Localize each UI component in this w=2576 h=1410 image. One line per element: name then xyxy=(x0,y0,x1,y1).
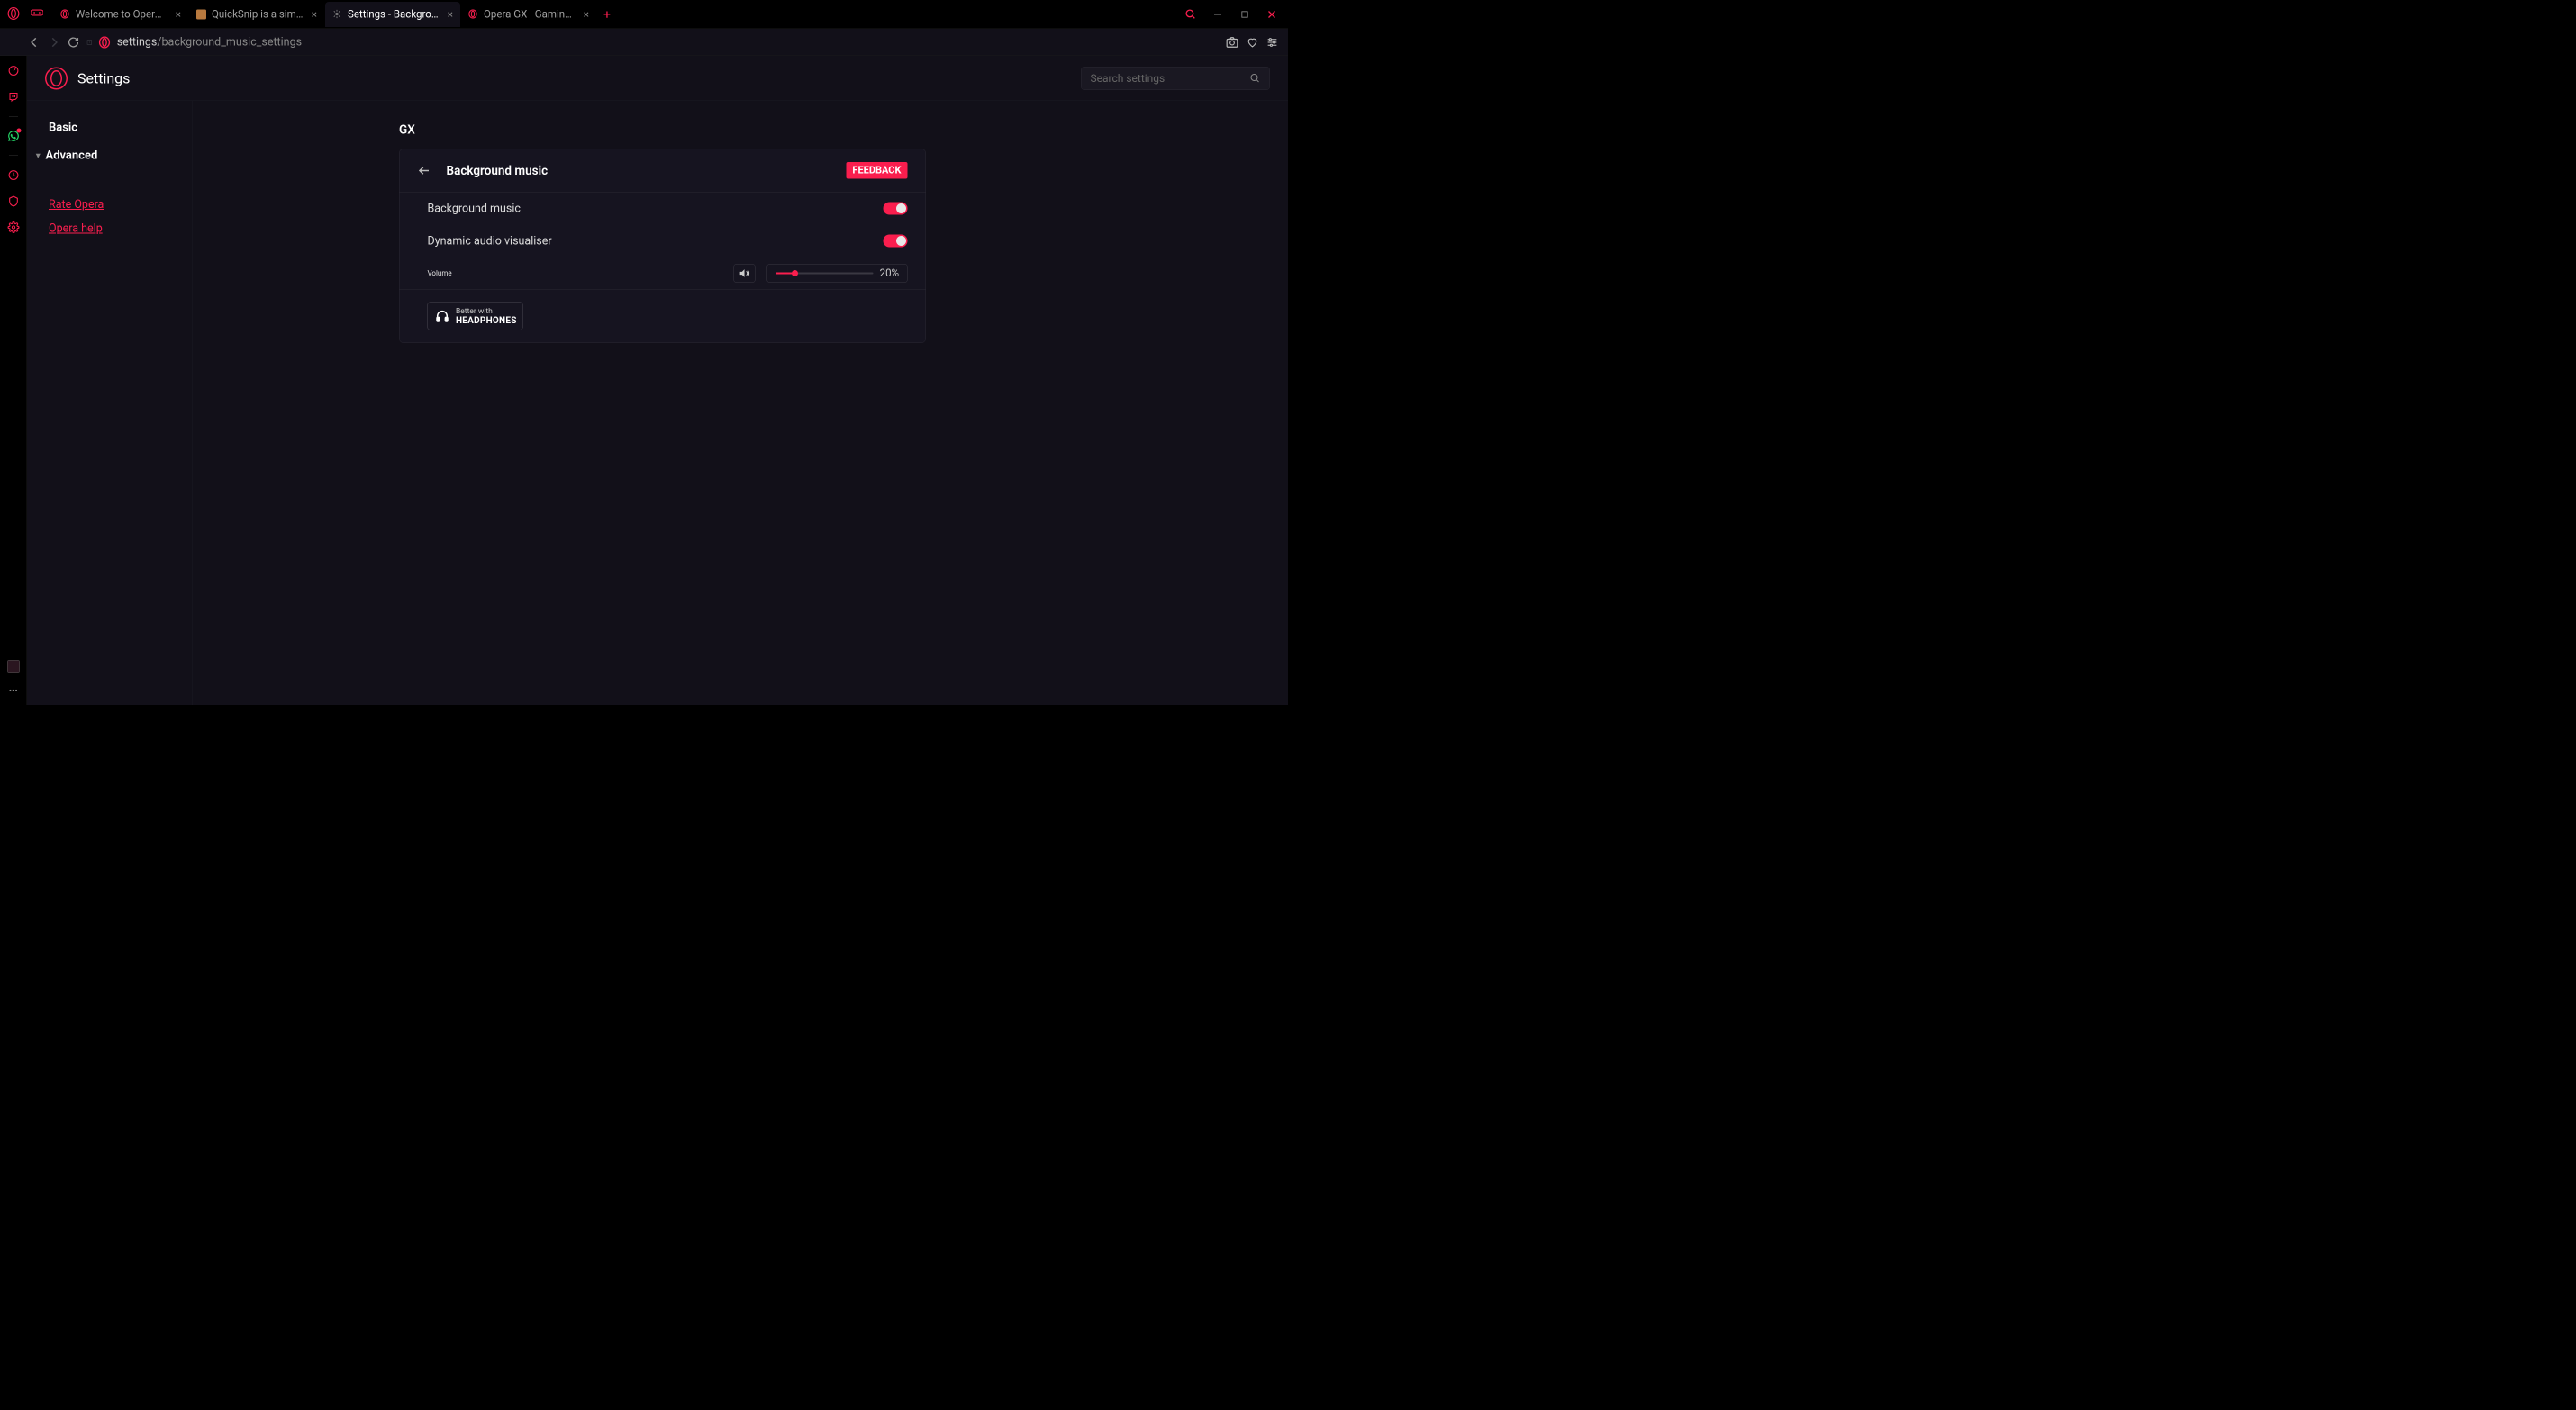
opera-icon xyxy=(60,9,70,19)
label: Volume xyxy=(428,269,452,278)
address-bar: ⊡ settings/background_music_settings xyxy=(0,29,1288,56)
history-icon[interactable] xyxy=(6,168,20,182)
volume-percent: 20% xyxy=(880,267,899,280)
tab-title: Opera GX | Gaming Browse xyxy=(484,8,576,21)
maximize-button[interactable] xyxy=(1238,7,1252,22)
minimize-button[interactable] xyxy=(1211,7,1225,22)
opera-logo xyxy=(45,67,68,89)
search-input[interactable] xyxy=(1091,72,1250,85)
search-settings-field[interactable] xyxy=(1081,67,1270,90)
nav-opera-help[interactable]: Opera help xyxy=(49,222,171,236)
tab-gaming-browser[interactable]: Opera GX | Gaming Browse × xyxy=(461,2,596,27)
headphones-big: HEADPHONES xyxy=(456,315,517,325)
slider-thumb[interactable] xyxy=(792,270,798,276)
tab-title: Welcome to Opera GX! xyxy=(76,8,168,21)
speed-dial-icon[interactable] xyxy=(6,64,20,77)
toggle-background-music[interactable] xyxy=(884,203,908,215)
section-heading: GX xyxy=(399,122,1288,137)
close-icon[interactable]: × xyxy=(448,8,453,21)
tab-quicksnip[interactable]: QuickSnip is a simple scree × xyxy=(189,2,324,27)
row-volume: Volume 20% xyxy=(400,258,926,290)
home-button[interactable]: ⊡ xyxy=(86,38,93,47)
site-identity-icon[interactable] xyxy=(99,36,111,48)
headphones-badge: Better with HEADPHONES xyxy=(428,303,523,330)
headphones-icon xyxy=(435,309,449,323)
sidebar-more-icon[interactable]: ••• xyxy=(9,685,18,696)
caret-down-icon: ▾ xyxy=(36,150,41,160)
panel-back-button[interactable] xyxy=(418,164,431,177)
new-tab-button[interactable]: + xyxy=(603,7,611,23)
nav-basic[interactable]: Basic xyxy=(49,121,171,134)
quicksnip-icon xyxy=(196,9,206,19)
search-icon xyxy=(1250,73,1261,84)
opera-menu-icon[interactable] xyxy=(7,7,22,22)
tab-title: QuickSnip is a simple scree xyxy=(212,8,304,21)
label: Background music xyxy=(428,202,521,215)
settings-header: Settings xyxy=(27,56,1288,101)
titlebar: Welcome to Opera GX! × QuickSnip is a si… xyxy=(0,0,1288,29)
extensions-icon[interactable] xyxy=(6,194,20,208)
sidebar-separator xyxy=(9,116,18,117)
url-text[interactable]: settings/background_music_settings xyxy=(117,36,302,50)
label: Dynamic audio visualiser xyxy=(428,234,552,248)
tab-welcome[interactable]: Welcome to Opera GX! × xyxy=(53,2,188,27)
background-music-panel: Background music FEEDBACK Background mus… xyxy=(399,149,926,343)
back-button[interactable] xyxy=(28,36,41,49)
tab-title: Settings - Background mus xyxy=(348,8,440,21)
tab-strip: Welcome to Opera GX! × QuickSnip is a si… xyxy=(53,2,611,27)
tab-settings[interactable]: Settings - Background mus × xyxy=(325,2,460,27)
heart-icon[interactable] xyxy=(1247,36,1258,48)
left-sidebar: ••• xyxy=(0,56,27,705)
row-background-music: Background music xyxy=(400,193,926,225)
settings-icon[interactable] xyxy=(6,221,20,234)
settings-content: GX Background music FEEDBACK Background … xyxy=(193,101,1288,705)
whatsapp-icon[interactable] xyxy=(6,130,20,143)
sidebar-separator xyxy=(9,156,18,157)
close-icon[interactable]: × xyxy=(176,8,181,21)
search-tabs-icon[interactable] xyxy=(1184,7,1198,22)
gx-controller-icon[interactable] xyxy=(31,7,45,22)
volume-slider[interactable]: 20% xyxy=(767,264,908,283)
settings-sidebar: Basic ▾ Advanced Rate Opera Opera help xyxy=(27,101,193,705)
nav-rate-opera[interactable]: Rate Opera xyxy=(49,198,171,212)
reload-button[interactable] xyxy=(68,36,79,48)
panel-title: Background music xyxy=(447,163,549,177)
feedback-button[interactable]: FEEDBACK xyxy=(846,162,907,179)
gear-icon xyxy=(332,9,342,19)
close-icon[interactable]: × xyxy=(584,8,589,21)
page-title: Settings xyxy=(77,69,130,86)
twitch-icon[interactable] xyxy=(6,90,20,104)
forward-button[interactable] xyxy=(48,36,60,49)
easy-setup-icon[interactable] xyxy=(1266,36,1278,48)
opera-icon xyxy=(468,9,478,19)
row-visualiser: Dynamic audio visualiser xyxy=(400,225,926,258)
close-icon[interactable]: × xyxy=(312,8,317,21)
toggle-visualiser[interactable] xyxy=(884,235,908,248)
snapshot-icon[interactable] xyxy=(1226,36,1238,48)
mute-button[interactable] xyxy=(734,264,756,283)
player-icon[interactable] xyxy=(7,660,20,673)
nav-advanced[interactable]: ▾ Advanced xyxy=(36,149,171,162)
window-close-button[interactable] xyxy=(1265,7,1279,22)
